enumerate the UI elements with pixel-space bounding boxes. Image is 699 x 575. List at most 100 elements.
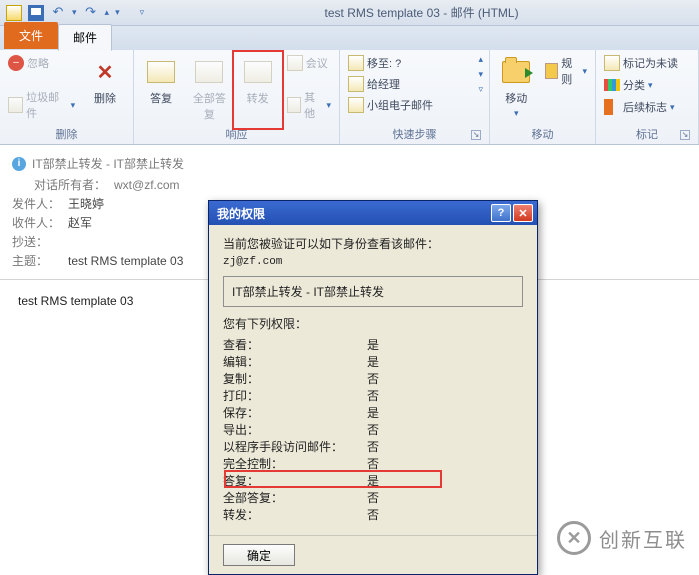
to-value: 赵军: [68, 214, 92, 231]
watermark-logo: ✕ 创新互联: [557, 521, 687, 555]
group-respond-label: 响应: [140, 124, 333, 144]
qs-team[interactable]: 小组电子邮件: [346, 96, 435, 114]
ignore-icon: –: [8, 55, 24, 71]
undo-more-icon[interactable]: ▾: [72, 7, 77, 18]
permission-value: 否: [367, 438, 427, 455]
permission-row: 导出：否: [223, 421, 523, 438]
qs-up-icon[interactable]: ▴: [478, 54, 483, 65]
ribbon-tabs: 文件 邮件: [0, 26, 699, 50]
group-move-label: 移动: [496, 124, 589, 144]
logo-text: 创新互联: [599, 524, 687, 553]
folder-icon: [502, 61, 530, 83]
group-respond: 答复 全部答复 转发 会议 其他▾ 响应: [134, 50, 340, 144]
tab-mail[interactable]: 邮件: [58, 24, 112, 51]
permission-row: 以程序手段访问邮件：否: [223, 438, 523, 455]
permissions-table: 查看：是编辑：是复制：否打印：否保存：是导出：否以程序手段访问邮件：否完全控制：…: [223, 336, 523, 523]
qat-up-icon[interactable]: ▴: [105, 7, 110, 18]
permission-key: 复制：: [223, 370, 367, 387]
dialog-title: 我的权限: [217, 205, 489, 222]
tab-file[interactable]: 文件: [4, 22, 58, 49]
redo-icon[interactable]: ↷: [83, 5, 99, 21]
infobar: i IT部禁止转发 - IT部禁止转发: [12, 155, 683, 172]
group-quicksteps: 移至: ? 给经理 小组电子邮件 ▴ ▾ ▿ 快速步骤↘: [340, 50, 490, 144]
categorize-button[interactable]: 分类▾: [602, 76, 680, 94]
ribbon: –忽略 垃圾邮件▾ ✕ 删除 删除 答复 全部答复 转发: [0, 50, 699, 145]
permission-key: 全部答复：: [223, 489, 367, 506]
arrow-right-icon: [525, 68, 533, 78]
permission-row: 答复：是: [223, 472, 523, 489]
delete-icon: ✕: [97, 60, 114, 85]
team-icon: [348, 97, 364, 113]
dialog-help-button[interactable]: ?: [491, 204, 511, 222]
qs-down-icon[interactable]: ▾: [478, 69, 483, 80]
calendar-icon: [287, 55, 303, 71]
other-icon: [287, 97, 301, 113]
rules-icon: [545, 63, 559, 79]
permission-row: 查看：是: [223, 336, 523, 353]
categories-icon: [604, 79, 620, 91]
dialog-policy: IT部禁止转发 - IT部禁止转发: [223, 276, 523, 307]
moveto-icon: [348, 55, 364, 71]
cc-label: 抄送：: [12, 233, 60, 250]
forward-icon: [244, 61, 272, 83]
permission-row: 转发：否: [223, 506, 523, 523]
reply-icon: [147, 61, 175, 83]
window-title: test RMS template 03 - 邮件 (HTML): [150, 4, 693, 21]
undo-icon[interactable]: ↶: [50, 5, 66, 21]
from-label: 发件人：: [12, 195, 60, 212]
permission-key: 保存：: [223, 404, 367, 421]
permission-key: 以程序手段访问邮件：: [223, 438, 367, 455]
save-icon[interactable]: [28, 5, 44, 21]
permission-row: 全部答复：否: [223, 489, 523, 506]
ignore-button[interactable]: –忽略: [6, 54, 77, 72]
group-tag: 标记为未读 分类▾ 后续标志▾ 标记↘: [596, 50, 699, 144]
junk-button[interactable]: 垃圾邮件▾: [6, 88, 77, 122]
qat-down-icon[interactable]: ▾: [115, 7, 120, 18]
quicksteps-launcher-icon[interactable]: ↘: [471, 130, 481, 140]
other-button[interactable]: 其他▾: [285, 88, 333, 122]
replyall-button: 全部答复: [188, 54, 230, 124]
permission-key: 答复：: [223, 472, 367, 489]
dialog-titlebar[interactable]: 我的权限 ? ✕: [209, 201, 537, 225]
permission-value: 是: [367, 353, 427, 370]
permission-row: 打印：否: [223, 387, 523, 404]
move-button[interactable]: 移动▾: [496, 54, 537, 121]
rules-button[interactable]: 规则▾: [543, 54, 589, 88]
permission-key: 查看：: [223, 336, 367, 353]
forward-button: 转发: [237, 54, 279, 108]
dialog-close-button[interactable]: ✕: [513, 204, 533, 222]
tag-launcher-icon[interactable]: ↘: [680, 130, 690, 140]
reply-button[interactable]: 答复: [140, 54, 182, 108]
permission-value: 否: [367, 421, 427, 438]
qs-more-icon[interactable]: ▿: [478, 84, 483, 95]
permission-value: 否: [367, 387, 427, 404]
group-quicksteps-label: 快速步骤↘: [346, 124, 483, 144]
permission-key: 打印：: [223, 387, 367, 404]
replyall-icon: [195, 61, 223, 83]
mark-unread-button[interactable]: 标记为未读: [602, 54, 680, 72]
qs-manager[interactable]: 给经理: [346, 75, 435, 93]
followup-button[interactable]: 后续标志▾: [602, 98, 680, 116]
conversation-owner: 对话所有者：wxt@zf.com: [12, 176, 683, 193]
dialog-body: 当前您被验证可以如下身份查看该邮件： zj@zf.com IT部禁止转发 - I…: [209, 225, 537, 535]
group-delete-label: 删除: [6, 124, 127, 144]
delete-button[interactable]: ✕ 删除: [83, 54, 127, 108]
manager-icon: [348, 76, 364, 92]
qs-moveto[interactable]: 移至: ?: [346, 54, 435, 72]
dialog-perm-intro: 您有下列权限：: [223, 315, 523, 332]
permission-row: 编辑：是: [223, 353, 523, 370]
subject-value: test RMS template 03: [68, 254, 183, 268]
permission-value: 否: [367, 506, 427, 523]
qat-customize-icon[interactable]: ▿: [140, 7, 145, 18]
meeting-button[interactable]: 会议: [285, 54, 333, 72]
junk-icon: [8, 97, 23, 113]
group-move: 移动▾ 规则▾ 移动: [490, 50, 596, 144]
permission-row: 复制：否: [223, 370, 523, 387]
info-icon: i: [12, 157, 26, 171]
app-icon: [6, 5, 22, 21]
permission-value: 否: [367, 489, 427, 506]
dialog-intro: 当前您被验证可以如下身份查看该邮件：: [223, 235, 523, 252]
permission-key: 转发：: [223, 506, 367, 523]
subject-label: 主题：: [12, 252, 60, 269]
ok-button[interactable]: 确定: [223, 544, 295, 566]
